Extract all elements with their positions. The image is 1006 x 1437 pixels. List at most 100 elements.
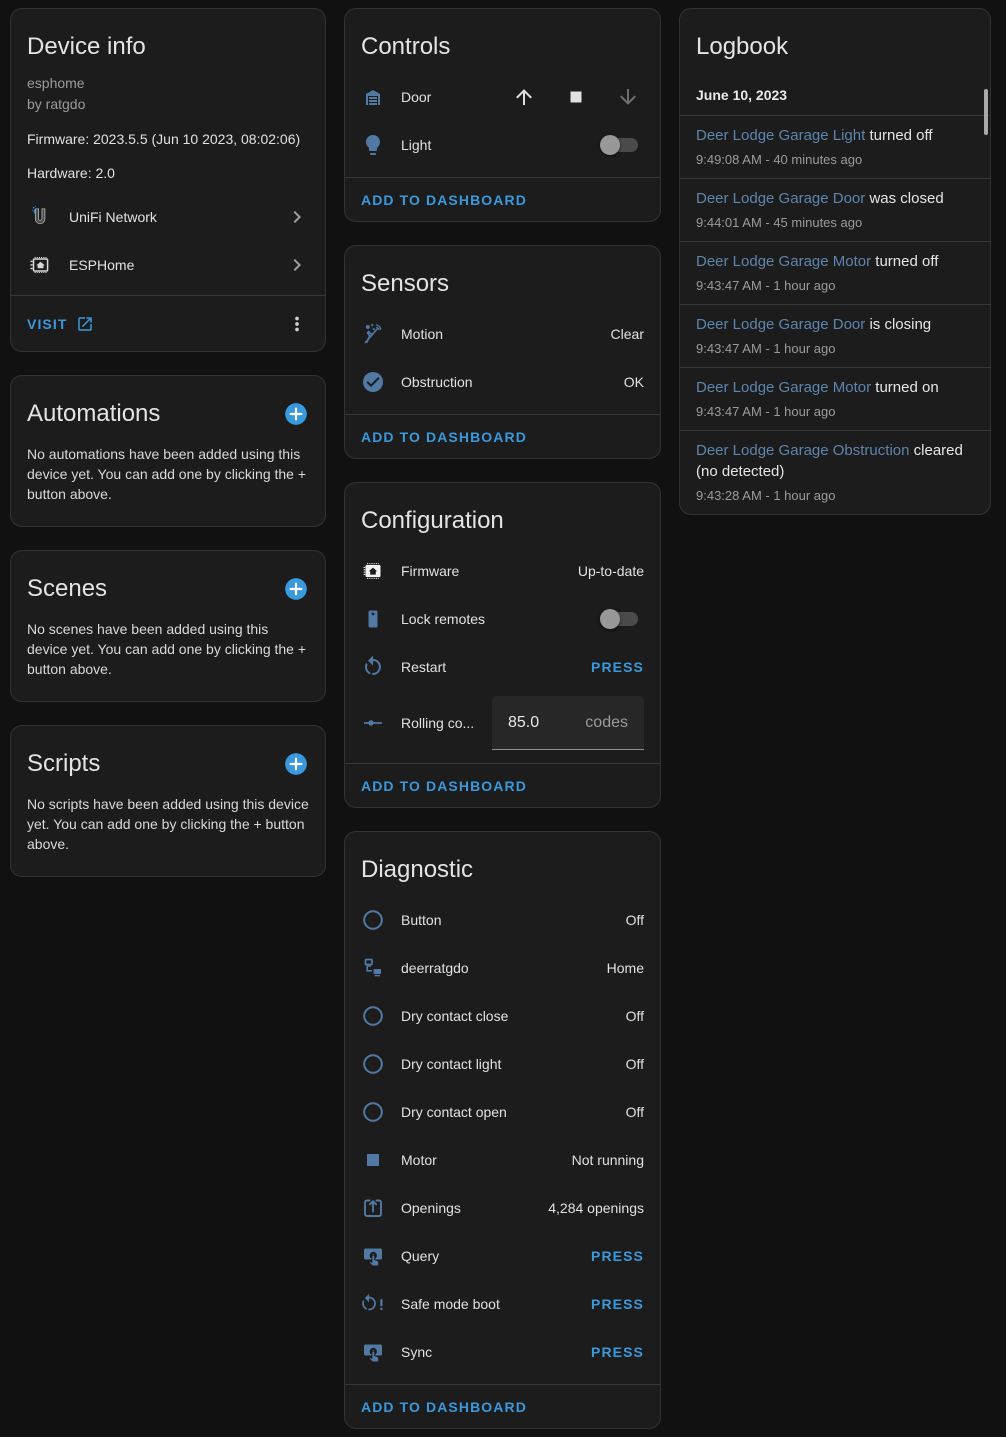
ray-vertex-icon — [361, 711, 385, 735]
firmware-row[interactable]: Firmware Up-to-date — [345, 547, 660, 595]
visit-button[interactable]: VISIT — [27, 315, 94, 333]
scenes-empty-text: No scenes have been added using this dev… — [27, 621, 307, 677]
logbook-scrollbar-thumb[interactable] — [984, 89, 988, 135]
configuration-add-to-dashboard-button[interactable]: ADD TO DASHBOARD — [361, 778, 527, 794]
entry-time: 9:43:47 AM - 1 hour ago — [696, 404, 836, 419]
restart-row[interactable]: Restart PRESS — [345, 643, 660, 691]
logbook-entry: Deer Lodge Garage Obstruction cleared (n… — [680, 430, 990, 514]
plus-circle-icon — [285, 753, 307, 775]
row-value: Not running — [571, 1152, 644, 1168]
circle-outline-icon — [361, 1004, 385, 1028]
integration-row-unifi[interactable]: UniFi Network — [11, 193, 325, 241]
row-label: Button — [401, 912, 442, 928]
device-firmware: Firmware: 2023.5.5 (Jun 10 2023, 08:02:0… — [27, 131, 301, 147]
logbook-entry: Deer Lodge Garage Motor turned on 9:43:4… — [680, 367, 990, 430]
plus-circle-icon — [285, 403, 307, 425]
motion-row[interactable]: Motion Clear — [345, 310, 660, 358]
door-row[interactable]: Door — [345, 73, 660, 121]
automations-card: Automations No automations have been add… — [10, 375, 326, 527]
chevron-right-icon — [293, 259, 301, 271]
rolling-code-input[interactable]: 85.0 codes — [492, 696, 644, 750]
query-press-button[interactable]: PRESS — [591, 1248, 644, 1264]
light-toggle[interactable] — [600, 135, 638, 155]
restart-press-button[interactable]: PRESS — [591, 659, 644, 675]
row-label: Sync — [401, 1344, 433, 1360]
row-value: 4,284 openings — [548, 1200, 644, 1216]
device-manufacturer: by ratgdo — [27, 96, 86, 112]
motion-value: Clear — [610, 326, 644, 342]
scripts-title: Scripts — [27, 750, 101, 777]
restart-alert-icon — [361, 1292, 385, 1316]
safe-mode-boot-row[interactable]: Safe mode boot PRESS — [345, 1280, 660, 1328]
integration-name: ESPHome — [69, 257, 135, 273]
restart-icon — [361, 655, 385, 679]
sensors-title: Sensors — [361, 270, 450, 297]
logbook-entry: Deer Lodge Garage Door was closed 9:44:0… — [680, 178, 990, 241]
integration-name: UniFi Network — [69, 209, 157, 225]
entity-link[interactable]: Deer Lodge Garage Door — [696, 190, 865, 207]
row-value: Home — [606, 960, 644, 976]
stop-icon — [570, 91, 582, 103]
row-label: Dry contact open — [401, 1104, 507, 1120]
device-meta: esphome by ratgdo Firmware: 2023.5.5 (Ju… — [11, 71, 325, 183]
controls-card: Controls Door Light ADD TO DASHBOARD — [344, 8, 661, 222]
door-stop-button[interactable] — [564, 85, 588, 109]
dry-contact-close-row[interactable]: Dry contact close Off — [345, 992, 660, 1040]
entity-link[interactable]: Deer Lodge Garage Motor — [696, 253, 871, 270]
firmware-label: Firmware — [401, 563, 460, 579]
open-in-new-icon — [77, 316, 92, 331]
scripts-card: Scripts No scripts have been added using… — [10, 725, 326, 877]
configuration-title: Configuration — [361, 507, 504, 534]
openings-row[interactable]: Openings 4,284 openings — [345, 1184, 660, 1232]
rolling-code-label: Rolling co... — [401, 715, 475, 731]
sync-press-button[interactable]: PRESS — [591, 1344, 644, 1360]
unifi-logo-icon — [32, 205, 46, 224]
rolling-code-row[interactable]: Rolling co... 85.0 codes — [345, 691, 660, 755]
entity-link[interactable]: Deer Lodge Garage Light — [696, 127, 865, 144]
dry-contact-light-row[interactable]: Dry contact light Off — [345, 1040, 660, 1088]
motion-label: Motion — [401, 326, 444, 342]
arrow-down-icon — [620, 89, 636, 105]
light-label: Light — [401, 137, 432, 153]
query-row[interactable]: Query PRESS — [345, 1232, 660, 1280]
add-automation-button[interactable] — [283, 401, 309, 427]
light-row[interactable]: Light — [345, 121, 660, 169]
diagnostic-add-to-dashboard-button[interactable]: ADD TO DASHBOARD — [361, 1399, 527, 1415]
entity-link[interactable]: Deer Lodge Garage Motor — [696, 379, 871, 396]
plus-circle-icon — [285, 578, 307, 600]
entity-link[interactable]: Deer Lodge Garage Door — [696, 316, 865, 333]
button-row[interactable]: Button Off — [345, 896, 660, 944]
entity-link[interactable]: Deer Lodge Garage Obstruction — [696, 442, 909, 459]
add-scene-button[interactable] — [283, 576, 309, 602]
more-menu-button[interactable] — [281, 308, 313, 340]
device-info-actions: VISIT — [11, 295, 325, 351]
lock-remotes-row[interactable]: Lock remotes — [345, 595, 660, 643]
door-close-button[interactable] — [616, 85, 640, 109]
controls-add-to-dashboard-button[interactable]: ADD TO DASHBOARD — [361, 192, 527, 208]
row-label: Dry contact light — [401, 1056, 502, 1072]
scenes-card: Scenes No scenes have been added using t… — [10, 550, 326, 702]
logbook-entry: Deer Lodge Garage Light turned off 9:49:… — [680, 115, 990, 178]
device-name: esphome — [27, 75, 85, 91]
door-open-button[interactable] — [512, 85, 536, 109]
row-value: Off — [625, 1008, 644, 1024]
logbook-entry: Deer Lodge Garage Door is closing 9:43:4… — [680, 304, 990, 367]
circle-outline-icon — [361, 1052, 385, 1076]
integration-list: UniFi Network ESPHome — [11, 193, 325, 295]
add-script-button[interactable] — [283, 751, 309, 777]
logbook-date-header: June 10, 2023 — [696, 87, 788, 103]
integration-row-esphome[interactable]: ESPHome — [11, 241, 325, 289]
deerratgdo-row[interactable]: deerratgdo Home — [345, 944, 660, 992]
lock-remotes-toggle[interactable] — [600, 609, 638, 629]
motor-row[interactable]: Motor Not running — [345, 1136, 660, 1184]
entry-time: 9:43:47 AM - 1 hour ago — [696, 341, 836, 356]
logbook-entry: Deer Lodge Garage Motor turned off 9:43:… — [680, 241, 990, 304]
device-page: Device info esphome by ratgdo Firmware: … — [0, 0, 1006, 1437]
obstruction-row[interactable]: Obstruction OK — [345, 358, 660, 406]
logbook-title: Logbook — [696, 33, 789, 60]
dry-contact-open-row[interactable]: Dry contact open Off — [345, 1088, 660, 1136]
obstruction-value: OK — [623, 374, 644, 390]
sensors-add-to-dashboard-button[interactable]: ADD TO DASHBOARD — [361, 429, 527, 445]
sync-row[interactable]: Sync PRESS — [345, 1328, 660, 1376]
safe-mode-boot-press-button[interactable]: PRESS — [591, 1296, 644, 1312]
